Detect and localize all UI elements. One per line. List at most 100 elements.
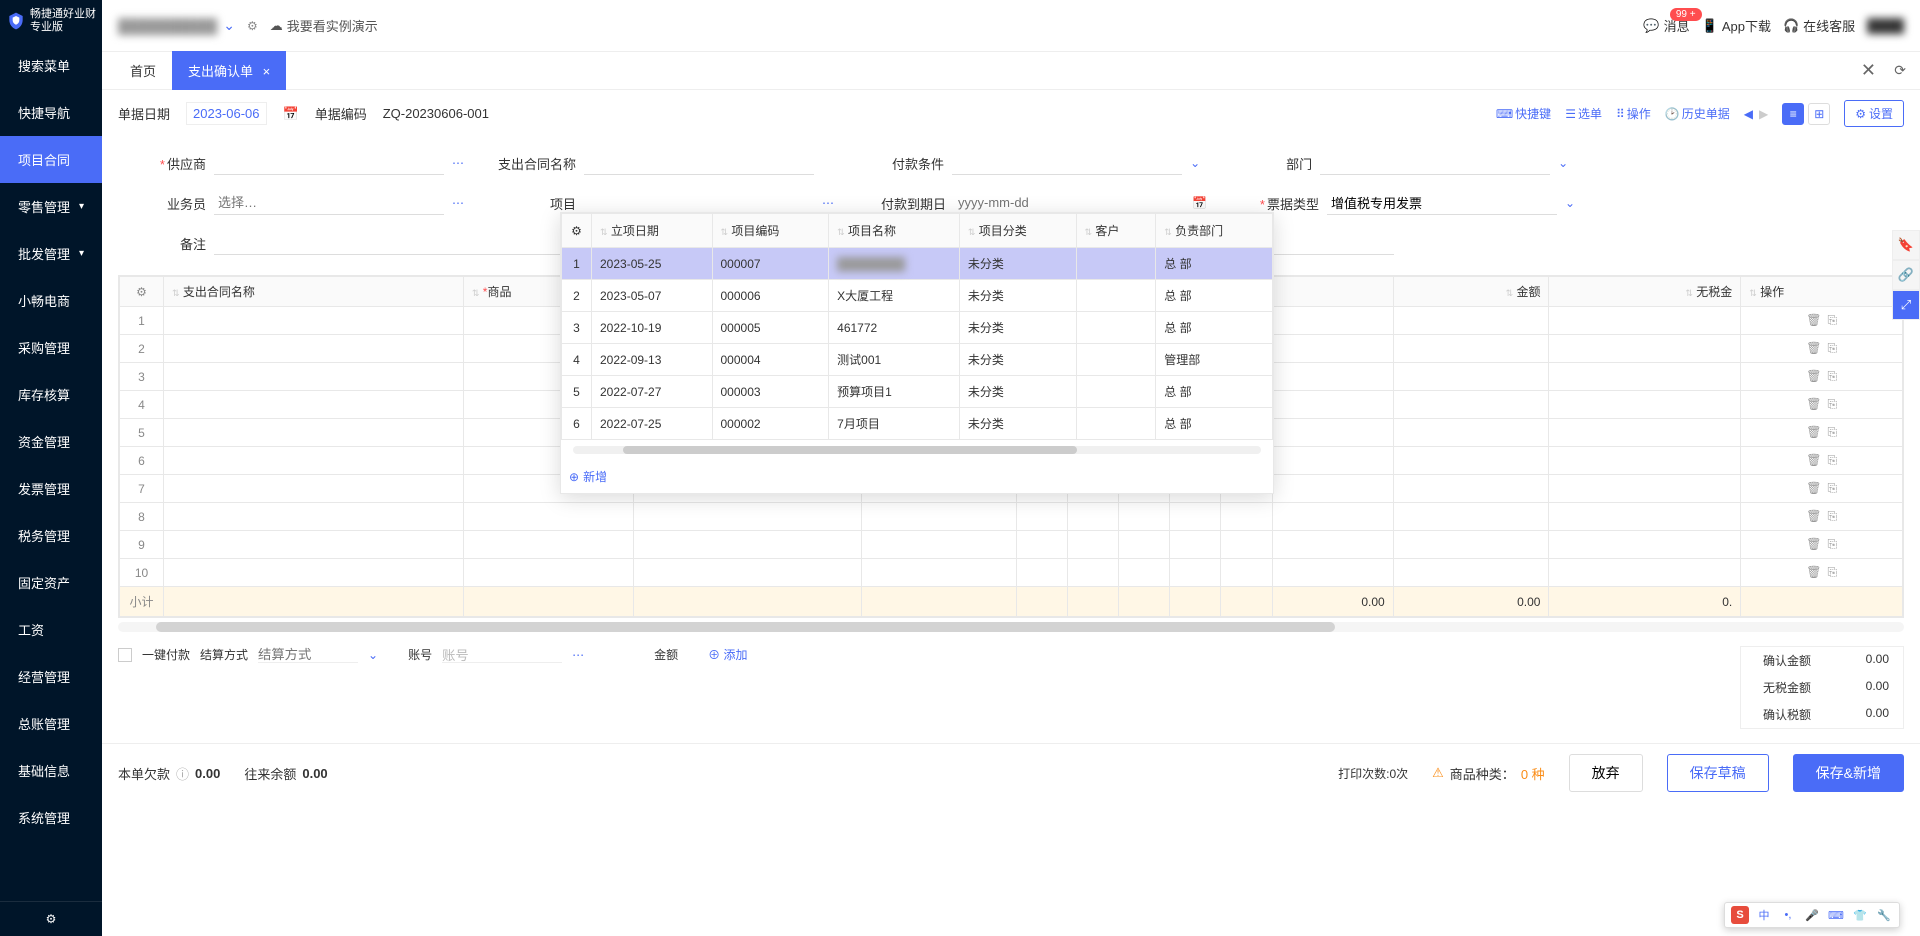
popup-row[interactable]: 22023-05-07000006X大厦工程未分类总 部 xyxy=(562,280,1273,312)
expand-icon[interactable]: ⤢ xyxy=(1892,290,1920,320)
chevron-down-icon[interactable]: ⌄ xyxy=(1558,156,1568,170)
tab-home[interactable]: 首页 xyxy=(114,51,172,90)
popup-row[interactable]: 62022-07-250000027月项目未分类总 部 xyxy=(562,408,1273,440)
ellipsis-icon[interactable]: ⋯ xyxy=(452,156,464,170)
ime-bar[interactable]: S 中 •, 🎤 ⌨ 👕 🔧 xyxy=(1724,902,1900,928)
prev-icon[interactable]: ◀ xyxy=(1744,107,1753,121)
col-header[interactable]: ⇅ 无税金 xyxy=(1549,277,1741,307)
support-link[interactable]: 🎧 在线客服 xyxy=(1783,16,1855,35)
popup-col-header[interactable]: ⇅ 项目编码 xyxy=(712,214,829,248)
popup-row[interactable]: 42022-09-13000004测试001未分类管理部 xyxy=(562,344,1273,376)
settings-button[interactable]: ⚙ 设置 xyxy=(1844,100,1904,127)
col-header[interactable]: ⇅ 操作 xyxy=(1741,277,1903,307)
popup-row[interactable]: 12023-05-25000007████████未分类总 部 xyxy=(562,248,1273,280)
copy-icon[interactable]: ⎘ xyxy=(1827,341,1837,355)
sidebar-item[interactable]: 搜索菜单 xyxy=(0,42,102,89)
sidebar-item[interactable]: 经营管理 xyxy=(0,653,102,700)
copy-icon[interactable]: ⎘ xyxy=(1827,565,1837,579)
delete-icon[interactable]: 🗑 xyxy=(1806,341,1821,355)
chevron-down-icon[interactable]: ⌄ xyxy=(1190,156,1200,170)
table-row[interactable]: 10🗑⎘ xyxy=(120,559,1903,587)
close-all-icon[interactable]: ✕ xyxy=(1861,60,1876,81)
delete-icon[interactable]: 🗑 xyxy=(1806,369,1821,383)
delete-icon[interactable]: 🗑 xyxy=(1806,397,1821,411)
sidebar-item[interactable]: 库存核算 xyxy=(0,371,102,418)
table-scrollbar[interactable] xyxy=(118,622,1904,632)
calendar-icon[interactable]: 📅 xyxy=(283,106,299,122)
col-header[interactable] xyxy=(1272,277,1393,307)
shortcut-link[interactable]: ⌨ 快捷键 xyxy=(1496,105,1551,122)
onekey-checkbox[interactable] xyxy=(118,648,132,662)
save-draft-button[interactable]: 保存草稿 xyxy=(1667,754,1769,792)
copy-icon[interactable]: ⎘ xyxy=(1827,313,1837,327)
col-header[interactable]: ⇅ 支出合同名称 xyxy=(164,277,464,307)
copy-icon[interactable]: ⎘ xyxy=(1827,537,1837,551)
abandon-button[interactable]: 放弃 xyxy=(1569,754,1643,792)
view-list-icon[interactable]: ≡ xyxy=(1782,103,1804,125)
operation-link[interactable]: ⠿ 操作 xyxy=(1616,105,1651,122)
delete-icon[interactable]: 🗑 xyxy=(1806,565,1821,579)
table-row[interactable]: 9🗑⎘ xyxy=(120,531,1903,559)
sidebar-settings[interactable]: ⚙ xyxy=(0,901,102,936)
chevron-down-icon[interactable]: ⌄ xyxy=(1565,196,1575,210)
pay-cond-input[interactable] xyxy=(952,151,1182,175)
copy-icon[interactable]: ⎘ xyxy=(1827,369,1837,383)
popup-row[interactable]: 32022-10-19000005461772未分类总 部 xyxy=(562,312,1273,344)
delete-icon[interactable]: 🗑 xyxy=(1806,509,1821,523)
popup-row[interactable]: 52022-07-27000003预算项目1未分类总 部 xyxy=(562,376,1273,408)
delete-icon[interactable]: 🗑 xyxy=(1806,313,1821,327)
tab-expense-confirm[interactable]: 支出确认单 × xyxy=(172,51,286,90)
close-icon[interactable]: × xyxy=(263,64,271,79)
sidebar-item[interactable]: 基础信息 xyxy=(0,747,102,794)
popup-col-header[interactable]: ⇅ 负责部门 xyxy=(1156,214,1273,248)
ellipsis-icon[interactable]: ⋯ xyxy=(572,648,584,662)
sidebar-item[interactable]: 批发管理▾ xyxy=(0,230,102,277)
refresh-icon[interactable]: ⟳ xyxy=(1894,62,1906,79)
table-row[interactable]: 8🗑⎘ xyxy=(120,503,1903,531)
calendar-icon[interactable]: 📅 xyxy=(1192,196,1207,210)
gear-header-icon[interactable]: ⚙ xyxy=(120,277,164,307)
user-avatar[interactable]: ████ xyxy=(1867,18,1904,33)
view-grid-icon[interactable]: ⊞ xyxy=(1808,103,1830,125)
bookmark-icon[interactable]: 🔖 xyxy=(1892,230,1920,260)
dept-input[interactable] xyxy=(1320,151,1550,175)
sidebar-item[interactable]: 零售管理▾ xyxy=(0,183,102,230)
select-order-link[interactable]: ☰ 选单 xyxy=(1565,105,1602,122)
next-icon[interactable]: ▶ xyxy=(1759,107,1768,121)
add-new-link[interactable]: ⊕ 新增 xyxy=(561,460,1273,493)
sidebar-item[interactable]: 发票管理 xyxy=(0,465,102,512)
add-link[interactable]: ⊕ 添加 xyxy=(708,646,747,663)
save-new-button[interactable]: 保存&新增 xyxy=(1793,754,1904,792)
delete-icon[interactable]: 🗑 xyxy=(1806,537,1821,551)
delete-icon[interactable]: 🗑 xyxy=(1806,481,1821,495)
copy-icon[interactable]: ⎘ xyxy=(1827,481,1837,495)
doc-date[interactable]: 2023-06-06 xyxy=(186,102,267,125)
popup-col-header[interactable]: ⇅ 项目分类 xyxy=(959,214,1076,248)
sidebar-item[interactable]: 快捷导航 xyxy=(0,89,102,136)
supplier-input[interactable] xyxy=(214,151,444,175)
biz-input[interactable] xyxy=(214,191,444,215)
copy-icon[interactable]: ⎘ xyxy=(1827,425,1837,439)
sidebar-item[interactable]: 资金管理 xyxy=(0,418,102,465)
copy-icon[interactable]: ⎘ xyxy=(1827,453,1837,467)
copy-icon[interactable]: ⎘ xyxy=(1827,509,1837,523)
info-icon[interactable]: ⓘ xyxy=(176,764,189,783)
demo-link[interactable]: ☁ 我要看实例演示 xyxy=(270,16,378,35)
sidebar-item[interactable]: 税务管理 xyxy=(0,512,102,559)
app-download-link[interactable]: 📱 App下载 xyxy=(1702,16,1771,35)
ellipsis-icon[interactable]: ⋯ xyxy=(822,196,834,210)
sidebar-item[interactable]: 固定资产 xyxy=(0,559,102,606)
sidebar-item[interactable]: 项目合同 xyxy=(0,136,102,183)
popup-scrollbar[interactable] xyxy=(573,446,1261,454)
gear-icon[interactable]: ⚙ xyxy=(247,19,258,33)
gear-icon[interactable]: ⚙ xyxy=(562,214,592,248)
delete-icon[interactable]: 🗑 xyxy=(1806,425,1821,439)
col-header[interactable]: ⇅ 金额 xyxy=(1393,277,1549,307)
popup-col-header[interactable]: ⇅ 立项日期 xyxy=(592,214,713,248)
company-switcher[interactable]: ██████████ ⌄ xyxy=(118,17,235,34)
settle-input[interactable] xyxy=(258,647,358,663)
messages-link[interactable]: 💬 消息 99 + xyxy=(1643,16,1689,35)
sidebar-item[interactable]: 工资 xyxy=(0,606,102,653)
sidebar-item[interactable]: 采购管理 xyxy=(0,324,102,371)
ticket-input[interactable] xyxy=(1327,191,1557,215)
